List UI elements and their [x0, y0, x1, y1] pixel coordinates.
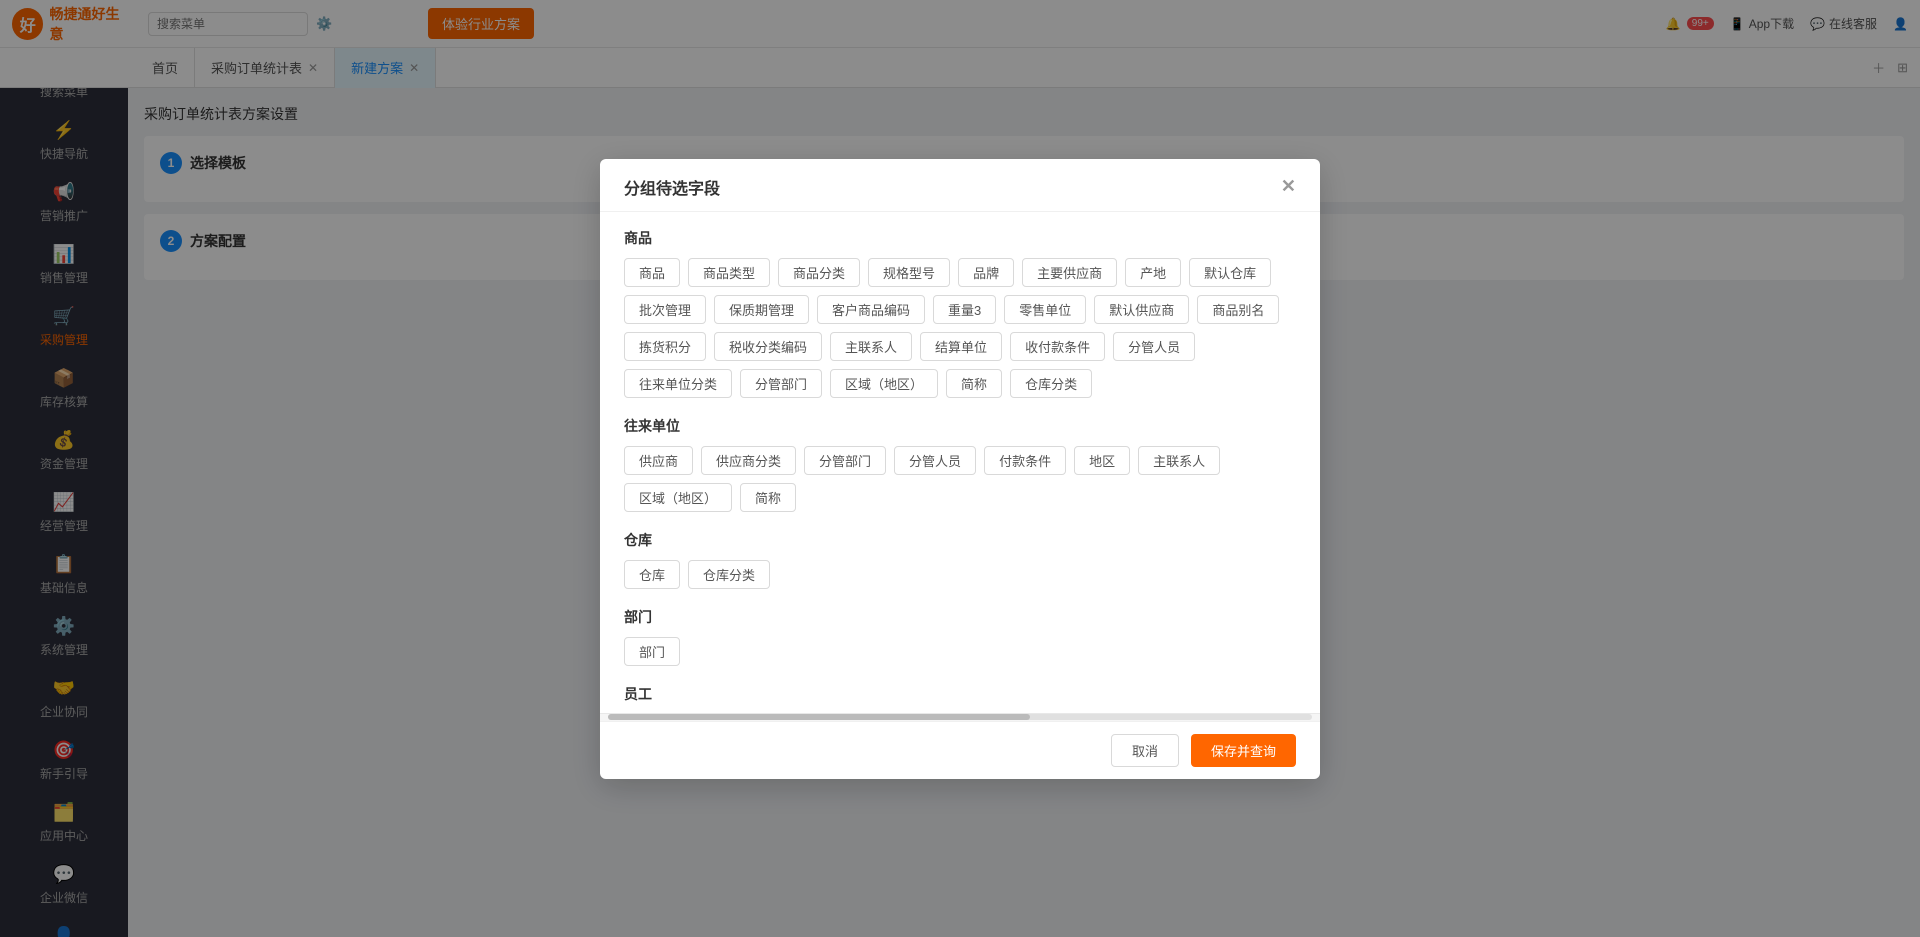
- tag-payment-cond[interactable]: 付款条件: [984, 446, 1066, 475]
- tag-product-type[interactable]: 商品类型: [688, 258, 770, 287]
- tag-main-contact[interactable]: 主联系人: [830, 332, 912, 361]
- section-product-title: 商品: [624, 228, 1296, 248]
- tag-supervisor[interactable]: 分管人员: [1113, 332, 1195, 361]
- modal-close-button[interactable]: ✕: [1281, 176, 1296, 197]
- tag-counterpart-dept[interactable]: 分管部门: [804, 446, 886, 475]
- tag-counterpart-region[interactable]: 区域（地区）: [624, 483, 732, 512]
- section-product: 商品 商品 商品类型 商品分类 规格型号 品牌 主要供应商 产地 默认仓库 批次…: [624, 228, 1296, 398]
- tag-warehouse[interactable]: 仓库: [624, 560, 680, 589]
- section-employee-title: 员工: [624, 684, 1296, 704]
- tag-department[interactable]: 部门: [624, 637, 680, 666]
- modal-hscroll: [600, 713, 1320, 720]
- tag-region[interactable]: 区域（地区）: [830, 369, 938, 398]
- tag-weight[interactable]: 重量3: [933, 295, 996, 324]
- modal-title: 分组待选字段: [624, 175, 720, 199]
- section-warehouse-tags: 仓库 仓库分类: [624, 560, 1296, 589]
- tag-counterpart-category[interactable]: 往来单位分类: [624, 369, 732, 398]
- section-counterpart: 往来单位 供应商 供应商分类 分管部门 分管人员 付款条件 地区 主联系人 区域…: [624, 416, 1296, 512]
- modal-body: 商品 商品 商品类型 商品分类 规格型号 品牌 主要供应商 产地 默认仓库 批次…: [600, 212, 1320, 714]
- tag-short-name[interactable]: 简称: [946, 369, 1002, 398]
- modal-footer: 取消 保存并查询: [600, 721, 1320, 779]
- section-counterpart-title: 往来单位: [624, 416, 1296, 436]
- tag-warehouse-category[interactable]: 仓库分类: [1010, 369, 1092, 398]
- tag-supplier[interactable]: 供应商: [624, 446, 693, 475]
- tag-retail-unit[interactable]: 零售单位: [1004, 295, 1086, 324]
- tag-customer-code[interactable]: 客户商品编码: [817, 295, 925, 324]
- tag-supplier-category[interactable]: 供应商分类: [701, 446, 796, 475]
- tag-brand[interactable]: 品牌: [958, 258, 1014, 287]
- modal-confirm-button[interactable]: 保存并查询: [1191, 734, 1296, 767]
- tag-batch-mgmt[interactable]: 批次管理: [624, 295, 706, 324]
- modal: 分组待选字段 ✕ 商品 商品 商品类型 商品分类 规格型号 品牌 主要供应商 产…: [600, 159, 1320, 779]
- tag-default-supplier[interactable]: 默认供应商: [1094, 295, 1189, 324]
- section-product-tags: 商品 商品类型 商品分类 规格型号 品牌 主要供应商 产地 默认仓库 批次管理 …: [624, 258, 1296, 398]
- section-dept-title: 部门: [624, 607, 1296, 627]
- tag-warehouse-cat[interactable]: 仓库分类: [688, 560, 770, 589]
- tag-dept[interactable]: 分管部门: [740, 369, 822, 398]
- section-employee: 员工 业务员: [624, 684, 1296, 714]
- tag-counterpart-person[interactable]: 分管人员: [894, 446, 976, 475]
- tag-spec-model[interactable]: 规格型号: [868, 258, 950, 287]
- section-warehouse-title: 仓库: [624, 530, 1296, 550]
- section-dept: 部门 部门: [624, 607, 1296, 666]
- tag-product-category[interactable]: 商品分类: [778, 258, 860, 287]
- modal-header: 分组待选字段 ✕: [600, 159, 1320, 212]
- section-counterpart-tags: 供应商 供应商分类 分管部门 分管人员 付款条件 地区 主联系人 区域（地区） …: [624, 446, 1296, 512]
- tag-payment-terms[interactable]: 收付款条件: [1010, 332, 1105, 361]
- tag-tax-code[interactable]: 税收分类编码: [714, 332, 822, 361]
- tag-expiry-mgmt[interactable]: 保质期管理: [714, 295, 809, 324]
- tag-origin[interactable]: 产地: [1125, 258, 1181, 287]
- modal-cancel-button[interactable]: 取消: [1111, 734, 1179, 767]
- overlay: 分组待选字段 ✕ 商品 商品 商品类型 商品分类 规格型号 品牌 主要供应商 产…: [0, 0, 1920, 937]
- tag-pick-score[interactable]: 拣货积分: [624, 332, 706, 361]
- tag-main-supplier[interactable]: 主要供应商: [1022, 258, 1117, 287]
- section-warehouse: 仓库 仓库 仓库分类: [624, 530, 1296, 589]
- tag-product[interactable]: 商品: [624, 258, 680, 287]
- tag-area[interactable]: 地区: [1074, 446, 1130, 475]
- tag-default-warehouse[interactable]: 默认仓库: [1189, 258, 1271, 287]
- tag-product-alias[interactable]: 商品别名: [1197, 295, 1279, 324]
- section-dept-tags: 部门: [624, 637, 1296, 666]
- tag-counterpart-contact[interactable]: 主联系人: [1138, 446, 1220, 475]
- tag-settlement-unit[interactable]: 结算单位: [920, 332, 1002, 361]
- tag-counterpart-shortname[interactable]: 简称: [740, 483, 796, 512]
